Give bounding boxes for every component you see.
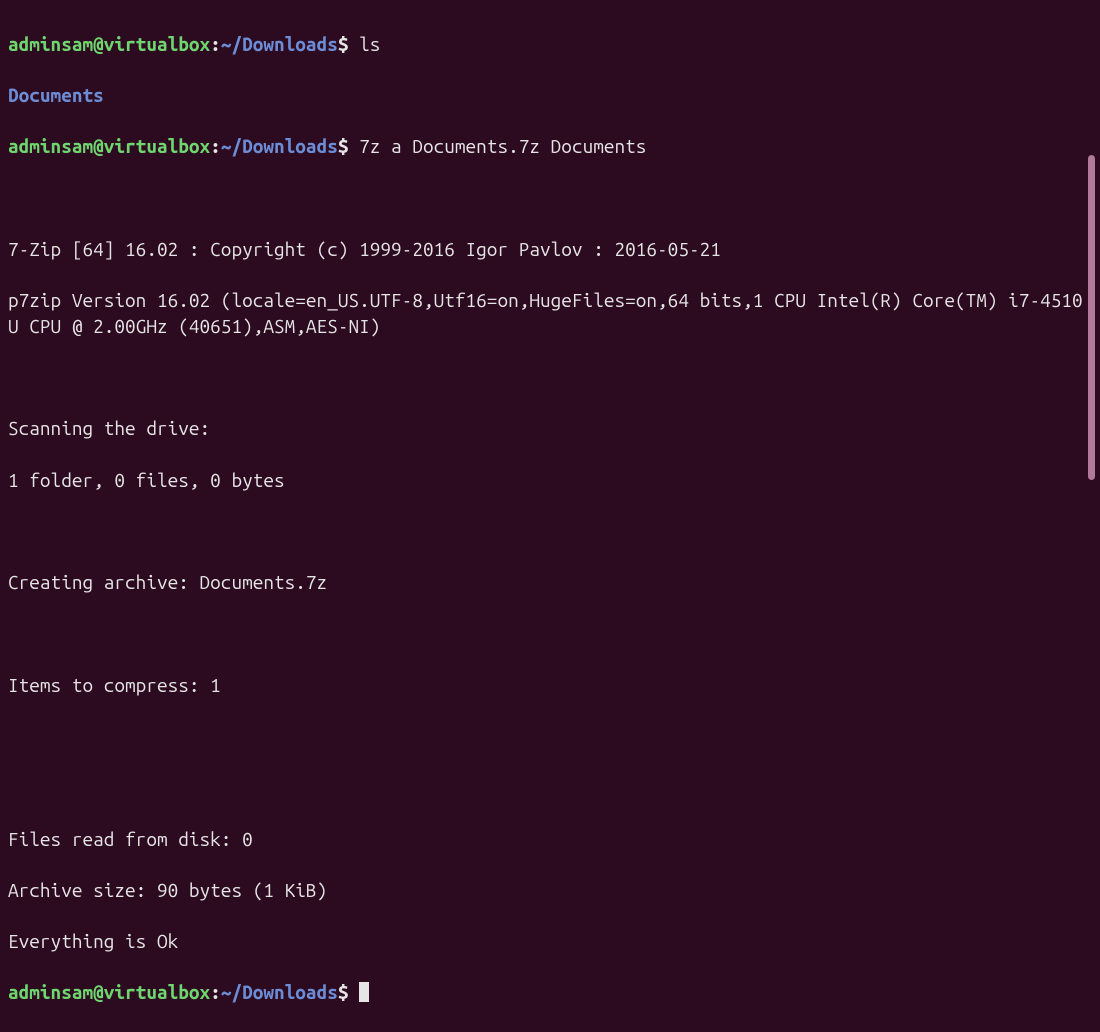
output-p7zip: p7zip Version 16.02 (locale=en_US.UTF-8,…: [8, 288, 1092, 339]
output-folder-count: 1 folder, 0 files, 0 bytes: [8, 468, 1092, 494]
prompt-dollar: $: [338, 33, 349, 55]
prompt-path: ~/Downloads: [221, 135, 338, 157]
prompt-host: virtualbox: [104, 33, 210, 55]
prompt-path: ~/Downloads: [221, 33, 338, 55]
output-blank: [8, 775, 1092, 801]
prompt-line-3: adminsam@virtualbox:~/Downloads$: [8, 980, 1092, 1006]
command-7z: 7z a Documents.7z Documents: [359, 135, 646, 157]
output-blank: [8, 621, 1092, 647]
output-files-read: Files read from disk: 0: [8, 827, 1092, 853]
output-ok: Everything is Ok: [8, 929, 1092, 955]
ls-output: Documents: [8, 83, 1092, 109]
prompt-dollar: $: [338, 981, 349, 1003]
prompt-at: @: [93, 135, 104, 157]
prompt-colon: :: [210, 135, 221, 157]
prompt-at: @: [93, 981, 104, 1003]
output-items: Items to compress: 1: [8, 673, 1092, 699]
cursor[interactable]: [359, 982, 369, 1002]
prompt-user: adminsam: [8, 135, 93, 157]
prompt-host: virtualbox: [104, 135, 210, 157]
output-archive-size: Archive size: 90 bytes (1 KiB): [8, 878, 1092, 904]
prompt-line-1: adminsam@virtualbox:~/Downloads$ ls: [8, 32, 1092, 58]
output-blank: [8, 365, 1092, 391]
scrollbar[interactable]: [1088, 155, 1095, 480]
prompt-colon: :: [210, 981, 221, 1003]
output-version: 7-Zip [64] 16.02 : Copyright (c) 1999-20…: [8, 237, 1092, 263]
command-ls: ls: [359, 33, 380, 55]
prompt-colon: :: [210, 33, 221, 55]
terminal-window[interactable]: adminsam@virtualbox:~/Downloads$ ls Docu…: [8, 6, 1092, 1032]
prompt-dollar: $: [338, 135, 349, 157]
prompt-at: @: [93, 33, 104, 55]
prompt-user: adminsam: [8, 33, 93, 55]
output-blank: [8, 724, 1092, 750]
prompt-user: adminsam: [8, 981, 93, 1003]
output-blank: [8, 185, 1092, 211]
prompt-line-2: adminsam@virtualbox:~/Downloads$ 7z a Do…: [8, 134, 1092, 160]
prompt-path: ~/Downloads: [221, 981, 338, 1003]
output-creating: Creating archive: Documents.7z: [8, 570, 1092, 596]
output-scanning: Scanning the drive:: [8, 416, 1092, 442]
prompt-host: virtualbox: [104, 981, 210, 1003]
